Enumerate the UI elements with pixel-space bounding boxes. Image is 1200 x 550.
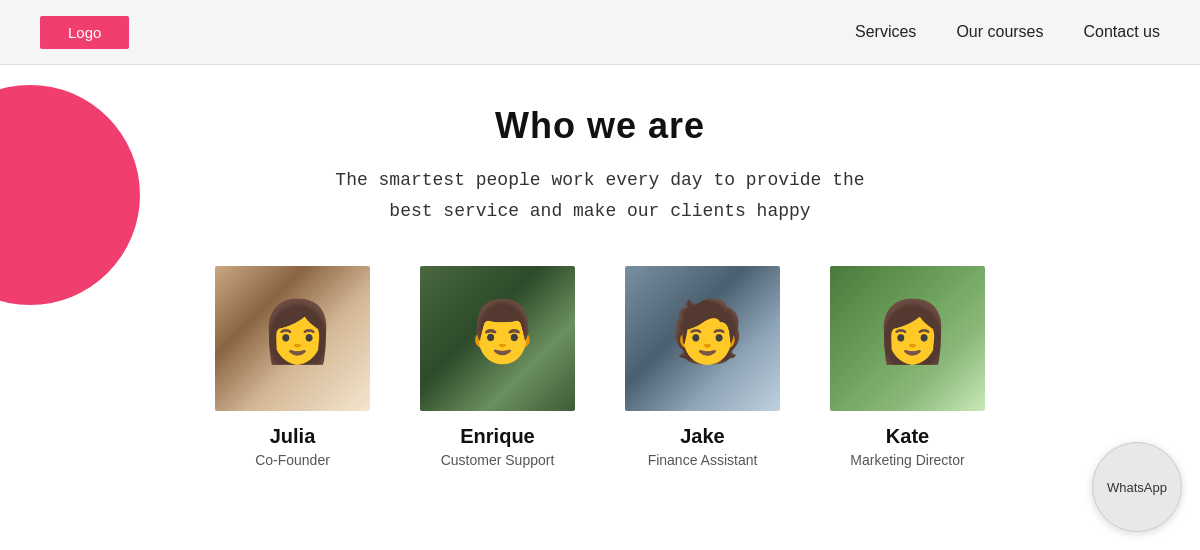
navigation: Services Our courses Contact us [855, 23, 1160, 41]
team-member: Enrique Customer Support [420, 266, 575, 468]
content-area: Who we are The smartest people work ever… [80, 105, 1120, 468]
section-title: Who we are [80, 105, 1120, 147]
team-grid: Julia Co-Founder Enrique Customer Support Ja… [80, 266, 1120, 468]
member-role: Customer Support [441, 452, 555, 468]
team-photo [215, 266, 370, 411]
team-photo [420, 266, 575, 411]
main-content: Who we are The smartest people work ever… [0, 65, 1200, 498]
nav-contact[interactable]: Contact us [1084, 23, 1160, 41]
whatsapp-button[interactable]: WhatsApp [1092, 442, 1182, 532]
team-member: Kate Marketing Director [830, 266, 985, 468]
member-name: Jake [680, 425, 725, 448]
subtitle-line2: best service and make our clients happy [389, 201, 810, 221]
nav-services[interactable]: Services [855, 23, 916, 41]
subtitle-line1: The smartest people work every day to pr… [335, 170, 864, 190]
member-role: Co-Founder [255, 452, 330, 468]
member-role: Marketing Director [850, 452, 964, 468]
member-name: Enrique [460, 425, 534, 448]
team-photo [625, 266, 780, 411]
logo-button[interactable]: Logo [40, 16, 129, 49]
header: Logo Services Our courses Contact us [0, 0, 1200, 65]
member-role: Finance Assistant [648, 452, 758, 468]
member-name: Julia [270, 425, 316, 448]
team-member: Jake Finance Assistant [625, 266, 780, 468]
team-photo [830, 266, 985, 411]
section-subtitle: The smartest people work every day to pr… [80, 165, 1120, 226]
member-name: Kate [886, 425, 929, 448]
nav-courses[interactable]: Our courses [956, 23, 1043, 41]
team-member: Julia Co-Founder [215, 266, 370, 468]
